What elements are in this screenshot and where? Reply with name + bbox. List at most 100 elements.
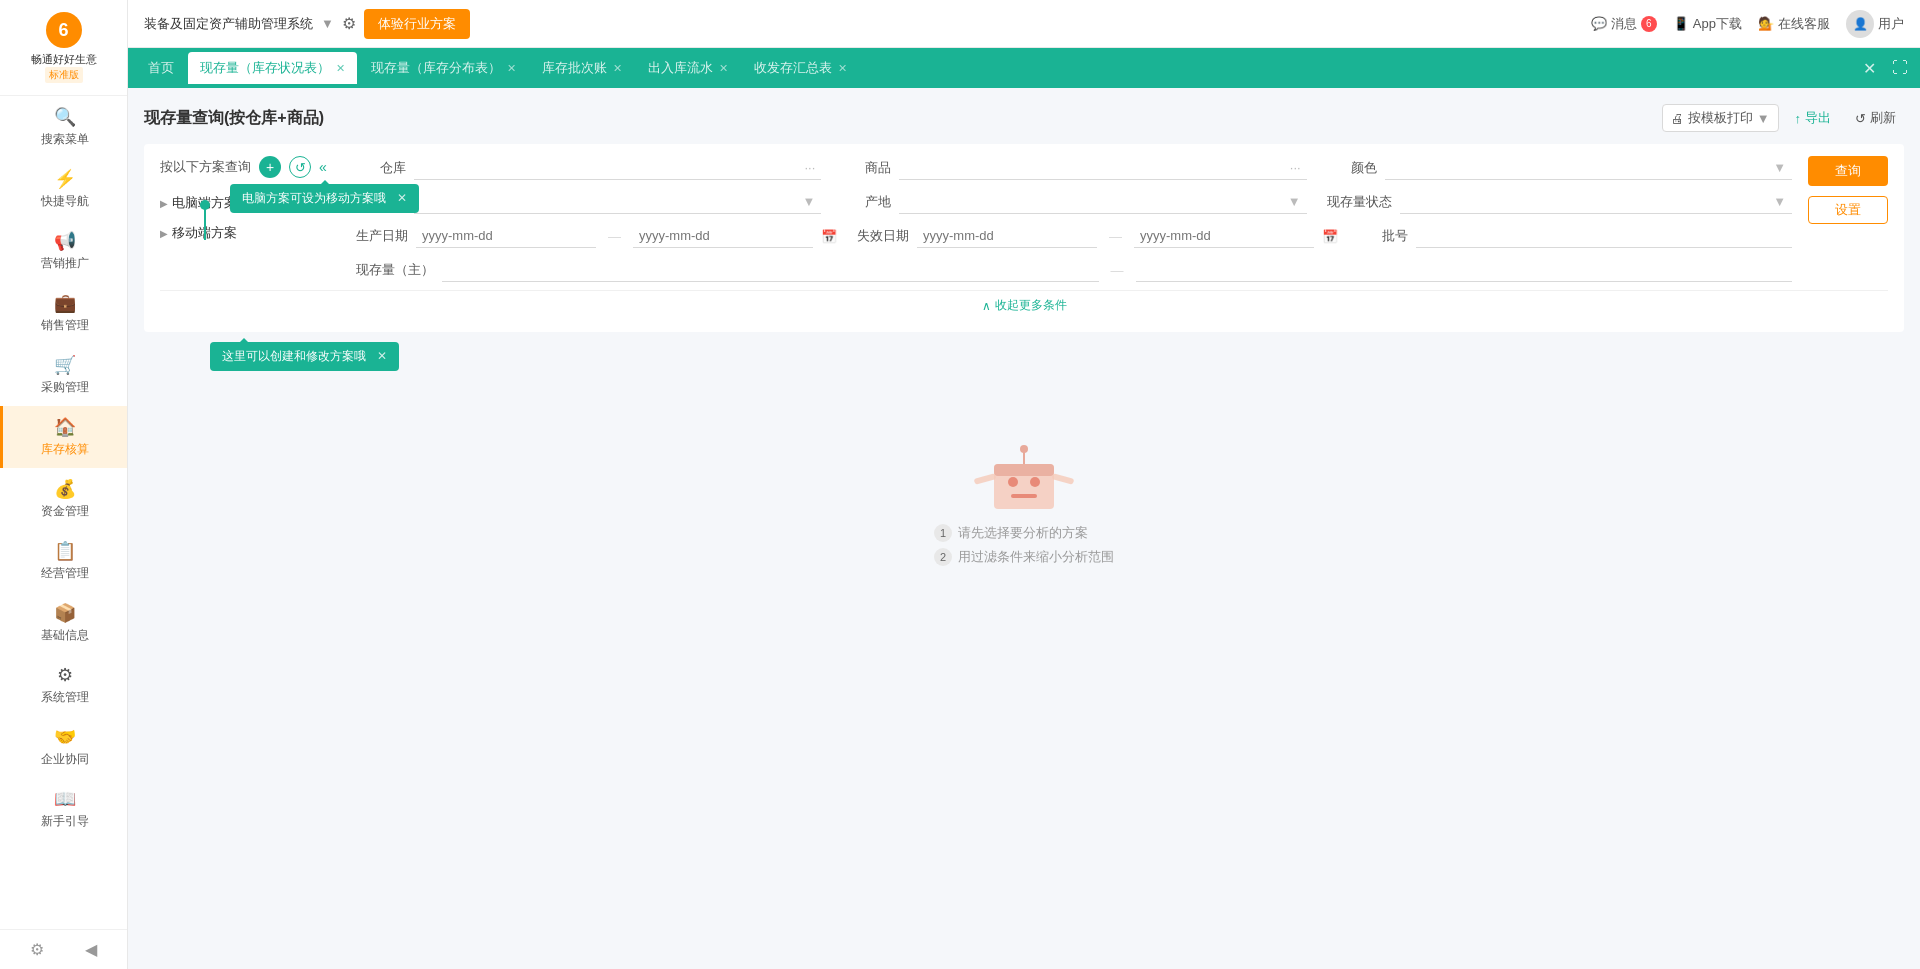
header-right: 💬 消息 6 📱 App下载 💁 在线客服 👤 用户 — [1591, 10, 1904, 38]
system-name: 装备及固定资产辅助管理系统 — [144, 15, 313, 33]
chevron-down-color-icon: ▼ — [1773, 160, 1786, 175]
sidebar-item-enterprise[interactable]: 🤝 企业协同 — [0, 716, 127, 778]
basic-icon: 📦 — [54, 602, 76, 624]
tab-inventory-dist-close[interactable]: ✕ — [507, 62, 516, 75]
sidebar-item-operation[interactable]: 📋 经营管理 — [0, 530, 127, 592]
tab-inventory-status[interactable]: 现存量（库存状况表） ✕ — [188, 52, 357, 84]
warehouse-select[interactable]: ··· — [414, 156, 821, 180]
filter-back-btn[interactable]: « — [319, 159, 327, 175]
sidebar-logo: 6 畅通好好生意 标准版 — [0, 0, 127, 96]
page-title-bar: 现存量查询(按仓库+商品) 🖨 按模板打印 ▼ ↑ 导出 ↺ 刷新 — [144, 104, 1904, 132]
size-select[interactable]: ▼ — [414, 190, 821, 214]
stock-qty-from[interactable] — [442, 258, 1099, 282]
sidebar-item-inventory[interactable]: 🏠 库存核算 — [0, 406, 127, 468]
filter-row4: 现存量（主） — — [356, 258, 1792, 282]
filter-field-goods: 商品 ··· — [841, 156, 1306, 180]
filter-fields: 仓库 ··· 商品 ··· — [356, 156, 1792, 290]
page-content: 现存量查询(按仓库+商品) 🖨 按模板打印 ▼ ↑ 导出 ↺ 刷新 — [128, 88, 1920, 969]
tab-recv-summary[interactable]: 收发存汇总表 ✕ — [742, 52, 859, 84]
expire-date-from[interactable] — [917, 224, 1097, 248]
user-btn[interactable]: 👤 用户 — [1846, 10, 1904, 38]
goods-select[interactable]: ··· — [899, 156, 1306, 180]
tab-inout-flow-label: 出入库流水 — [648, 59, 713, 77]
industry-btn[interactable]: 体验行业方案 — [364, 9, 470, 39]
query-btn[interactable]: 查询 — [1808, 156, 1888, 186]
empty-illustration — [969, 424, 1079, 524]
tab-expand-btn[interactable]: ⛶ — [1888, 55, 1912, 82]
sidebar-item-sales[interactable]: 💼 销售管理 — [0, 282, 127, 344]
refresh-btn[interactable]: ↺ 刷新 — [1847, 105, 1904, 131]
stock-status-select[interactable]: ▼ — [1400, 190, 1792, 214]
print-btn[interactable]: 🖨 按模板打印 ▼ — [1662, 104, 1779, 132]
collapse-bar[interactable]: ∧ 收起更多条件 — [160, 290, 1888, 320]
phone-icon: 📱 — [1673, 16, 1689, 31]
filter-label: 按以下方案查询 — [160, 158, 251, 176]
tab-batch-account-close[interactable]: ✕ — [613, 62, 622, 75]
filter-field-origin: 产地 ▼ — [841, 190, 1306, 214]
scheme-edit-tooltip: 这里可以创建和修改方案哦 ✕ — [210, 342, 399, 371]
print-dropdown-icon: ▼ — [1757, 111, 1770, 126]
refresh-icon: ↺ — [1855, 111, 1866, 126]
tab-bar-end: ✕ ⛶ — [1859, 55, 1912, 82]
export-btn[interactable]: ↑ 导出 — [1787, 105, 1840, 131]
sidebar-collapse-btn[interactable]: ◀ — [85, 940, 97, 959]
sidebar-settings-btn[interactable]: ⚙ — [30, 940, 44, 959]
sidebar-item-basic[interactable]: 📦 基础信息 — [0, 592, 127, 654]
tab-home-label: 首页 — [148, 59, 174, 77]
system-dropdown-btn[interactable]: ▼ — [321, 16, 334, 31]
empty-tip-1: 1 请先选择要分析的方案 — [934, 524, 1114, 542]
scheme-edit-tooltip-close[interactable]: ✕ — [377, 349, 387, 363]
system-icon: ⚙ — [57, 664, 73, 686]
tab-inventory-dist[interactable]: 现存量（库存分布表） ✕ — [359, 52, 528, 84]
scheme-add-tooltip-close[interactable]: ✕ — [397, 191, 407, 205]
filter-panel: 按以下方案查询 + ↺ « 电脑方案可设为移动方案哦 ✕ — [144, 144, 1904, 332]
tab-inout-flow[interactable]: 出入库流水 ✕ — [636, 52, 740, 84]
expire-date-calendar-icon[interactable]: 📅 — [1322, 229, 1338, 244]
connector-dot — [200, 200, 210, 210]
finance-icon: 💰 — [54, 478, 76, 500]
origin-label: 产地 — [841, 193, 891, 211]
header-settings-icon[interactable]: ⚙ — [342, 14, 356, 33]
sidebar-item-purchase[interactable]: 🛒 采购管理 — [0, 344, 127, 406]
filter-row1: 仓库 ··· 商品 ··· — [356, 156, 1792, 180]
empty-tip-2: 2 用过滤条件来缩小分析范围 — [934, 548, 1114, 566]
color-select[interactable]: ▼ — [1385, 156, 1792, 180]
sidebar-item-system[interactable]: ⚙ 系统管理 — [0, 654, 127, 716]
filter-refresh-btn[interactable]: ↺ — [289, 156, 311, 178]
stock-qty-to[interactable] — [1136, 258, 1793, 282]
user-avatar: 👤 — [1846, 10, 1874, 38]
tab-close-all-btn[interactable]: ✕ — [1859, 55, 1880, 82]
set-btn[interactable]: 设置 — [1808, 196, 1888, 224]
message-btn[interactable]: 💬 消息 6 — [1591, 15, 1657, 33]
online-service-btn[interactable]: 💁 在线客服 — [1758, 15, 1830, 33]
sidebar-item-search[interactable]: 🔍 搜索菜单 — [0, 96, 127, 158]
app-download-btn[interactable]: 📱 App下载 — [1673, 15, 1742, 33]
marketing-icon: 📢 — [54, 230, 76, 252]
tab-home[interactable]: 首页 — [136, 52, 186, 84]
svg-rect-8 — [1052, 473, 1075, 484]
sidebar-item-marketing[interactable]: 📢 营销推广 — [0, 220, 127, 282]
tab-recv-summary-close[interactable]: ✕ — [838, 62, 847, 75]
produce-date-calendar-icon[interactable]: 📅 — [821, 229, 837, 244]
sales-icon: 💼 — [54, 292, 76, 314]
chevron-right-icon: ▶ — [160, 228, 168, 239]
tip-num-2: 2 — [934, 548, 952, 566]
origin-select[interactable]: ▼ — [899, 190, 1306, 214]
produce-date-to[interactable] — [633, 224, 813, 248]
batch-input[interactable] — [1416, 224, 1792, 248]
sidebar-item-finance[interactable]: 💰 资金管理 — [0, 468, 127, 530]
stock-qty-divider: — — [1111, 263, 1124, 278]
produce-date-divider: — — [608, 229, 621, 244]
tab-inout-flow-close[interactable]: ✕ — [719, 62, 728, 75]
scheme-group-mobile-header[interactable]: ▶ 移动端方案 — [160, 220, 340, 246]
sidebar-item-guide[interactable]: 📖 新手引导 — [0, 778, 127, 840]
svg-point-3 — [1030, 477, 1040, 487]
expire-date-to[interactable] — [1134, 224, 1314, 248]
filter-add-btn[interactable]: + — [259, 156, 281, 178]
filter-field-stock-status: 现存量状态 ▼ — [1327, 190, 1792, 214]
sidebar-item-quick[interactable]: ⚡ 快捷导航 — [0, 158, 127, 220]
page-title: 现存量查询(按仓库+商品) — [144, 108, 324, 129]
tab-batch-account[interactable]: 库存批次账 ✕ — [530, 52, 634, 84]
tab-inventory-status-close[interactable]: ✕ — [336, 62, 345, 75]
produce-date-from[interactable] — [416, 224, 596, 248]
